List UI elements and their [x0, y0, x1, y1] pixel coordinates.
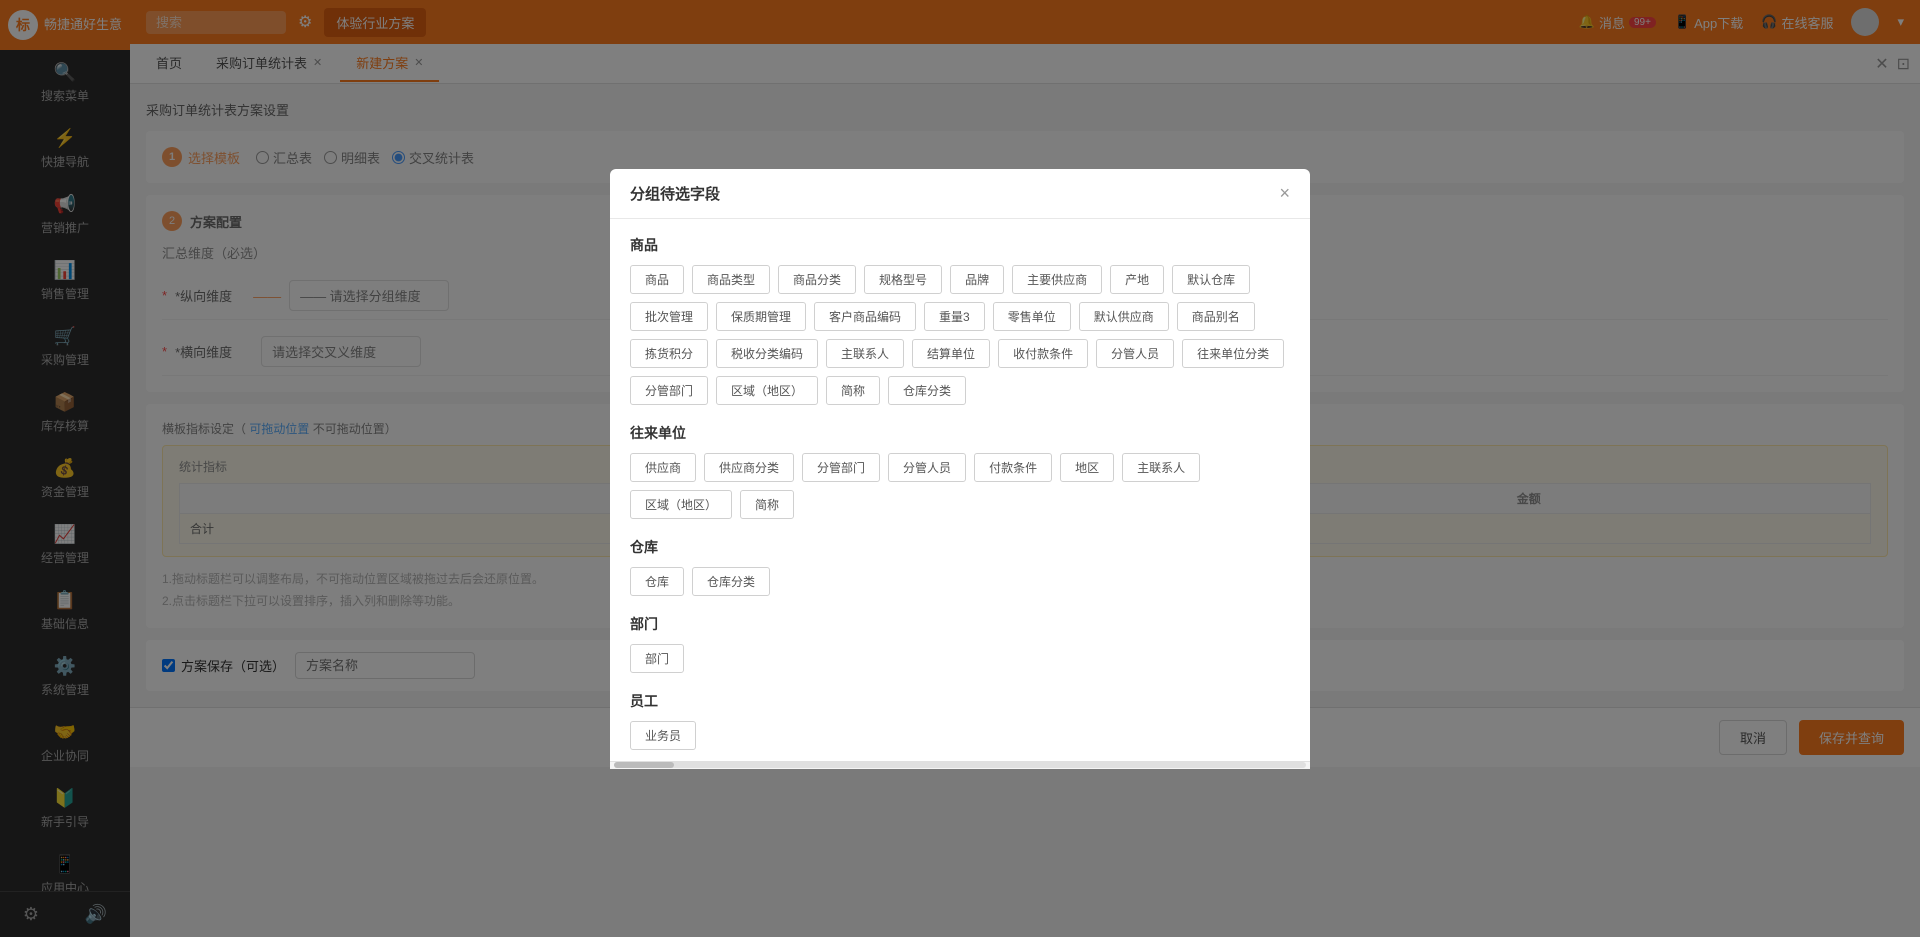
field-tag-主要供应商[interactable]: 主要供应商 [1012, 265, 1102, 294]
field-tag-分管人员[interactable]: 分管人员 [888, 453, 966, 482]
field-tag-仓库[interactable]: 仓库 [630, 567, 684, 596]
field-tag-业务员[interactable]: 业务员 [630, 721, 696, 750]
field-tag-零售单位[interactable]: 零售单位 [993, 302, 1071, 331]
field-tag-供应商分类[interactable]: 供应商分类 [704, 453, 794, 482]
field-tag-品牌[interactable]: 品牌 [950, 265, 1004, 294]
hscroll-thumb[interactable] [614, 762, 674, 768]
field-group-title-employee: 员工 [630, 691, 1290, 711]
field-tag-默认供应商[interactable]: 默认供应商 [1079, 302, 1169, 331]
field-group-employee: 员工业务员 [630, 691, 1290, 750]
field-tag-区域（地区）[interactable]: 区域（地区） [716, 376, 818, 405]
field-tag-收付款条件[interactable]: 收付款条件 [998, 339, 1088, 368]
field-list-partner: 供应商供应商分类分管部门分管人员付款条件地区主联系人区域（地区） 简称 [630, 453, 1290, 519]
field-list-department: 部门 [630, 644, 1290, 673]
field-tag-商品别名[interactable]: 商品别名 [1177, 302, 1255, 331]
field-list-warehouse: 仓库仓库分类 [630, 567, 1290, 596]
field-group-title-partner: 往来单位 [630, 423, 1290, 443]
dialog-header: 分组待选字段 × [610, 169, 1310, 219]
field-tag-保质期管理[interactable]: 保质期管理 [716, 302, 806, 331]
field-list-product: 商品商品类型商品分类规格型号品牌主要供应商产地默认仓库批次管理保质期管理客户商品… [630, 265, 1290, 405]
field-tag-简称[interactable]: 简称 [826, 376, 880, 405]
field-tag-部门[interactable]: 部门 [630, 644, 684, 673]
field-tag-分管部门[interactable]: 分管部门 [802, 453, 880, 482]
dialog-title: 分组待选字段 [630, 183, 720, 204]
field-tag-简称[interactable]: 简称 [740, 490, 794, 519]
field-group-title-department: 部门 [630, 614, 1290, 634]
field-tag-主联系人[interactable]: 主联系人 [1122, 453, 1200, 482]
field-group-warehouse: 仓库仓库仓库分类 [630, 537, 1290, 596]
field-tag-地区[interactable]: 地区 [1060, 453, 1114, 482]
field-tag-主联系人[interactable]: 主联系人 [826, 339, 904, 368]
field-tag-默认仓库[interactable]: 默认仓库 [1172, 265, 1250, 294]
field-tag-拣货积分[interactable]: 拣货积分 [630, 339, 708, 368]
field-tag-客户商品编码[interactable]: 客户商品编码 [814, 302, 916, 331]
dialog-close-icon[interactable]: × [1279, 183, 1290, 204]
field-group-title-product: 商品 [630, 235, 1290, 255]
field-group-department: 部门部门 [630, 614, 1290, 673]
field-tag-规格型号[interactable]: 规格型号 [864, 265, 942, 294]
field-tag-商品类型[interactable]: 商品类型 [692, 265, 770, 294]
field-tag-分管部门[interactable]: 分管部门 [630, 376, 708, 405]
field-group-title-warehouse: 仓库 [630, 537, 1290, 557]
field-tag-仓库分类[interactable]: 仓库分类 [888, 376, 966, 405]
field-group-partner: 往来单位供应商供应商分类分管部门分管人员付款条件地区主联系人区域（地区） 简称 [630, 423, 1290, 519]
field-group-product: 商品商品商品类型商品分类规格型号品牌主要供应商产地默认仓库批次管理保质期管理客户… [630, 235, 1290, 405]
field-tag-仓库分类[interactable]: 仓库分类 [692, 567, 770, 596]
field-tag-税收分类编码[interactable]: 税收分类编码 [716, 339, 818, 368]
field-tag-往来单位分类[interactable]: 往来单位分类 [1182, 339, 1284, 368]
field-tag-商品[interactable]: 商品 [630, 265, 684, 294]
field-tag-商品分类[interactable]: 商品分类 [778, 265, 856, 294]
field-tag-供应商[interactable]: 供应商 [630, 453, 696, 482]
field-tag-批次管理[interactable]: 批次管理 [630, 302, 708, 331]
field-tag-产地[interactable]: 产地 [1110, 265, 1164, 294]
field-tag-区域（地区）[interactable]: 区域（地区） [630, 490, 732, 519]
dialog-body: 商品商品商品类型商品分类规格型号品牌主要供应商产地默认仓库批次管理保质期管理客户… [610, 219, 1310, 761]
field-selection-dialog: 分组待选字段 × 商品商品商品类型商品分类规格型号品牌主要供应商产地默认仓库批次… [610, 169, 1310, 769]
field-list-employee: 业务员 [630, 721, 1290, 750]
field-tag-结算单位[interactable]: 结算单位 [912, 339, 990, 368]
field-tag-分管人员[interactable]: 分管人员 [1096, 339, 1174, 368]
dialog-overlay: 分组待选字段 × 商品商品商品类型商品分类规格型号品牌主要供应商产地默认仓库批次… [0, 0, 1920, 937]
field-tag-重量3[interactable]: 重量3 [924, 302, 985, 331]
hscroll-track [614, 762, 1306, 768]
dialog-hscroll [610, 761, 1310, 769]
field-tag-付款条件[interactable]: 付款条件 [974, 453, 1052, 482]
